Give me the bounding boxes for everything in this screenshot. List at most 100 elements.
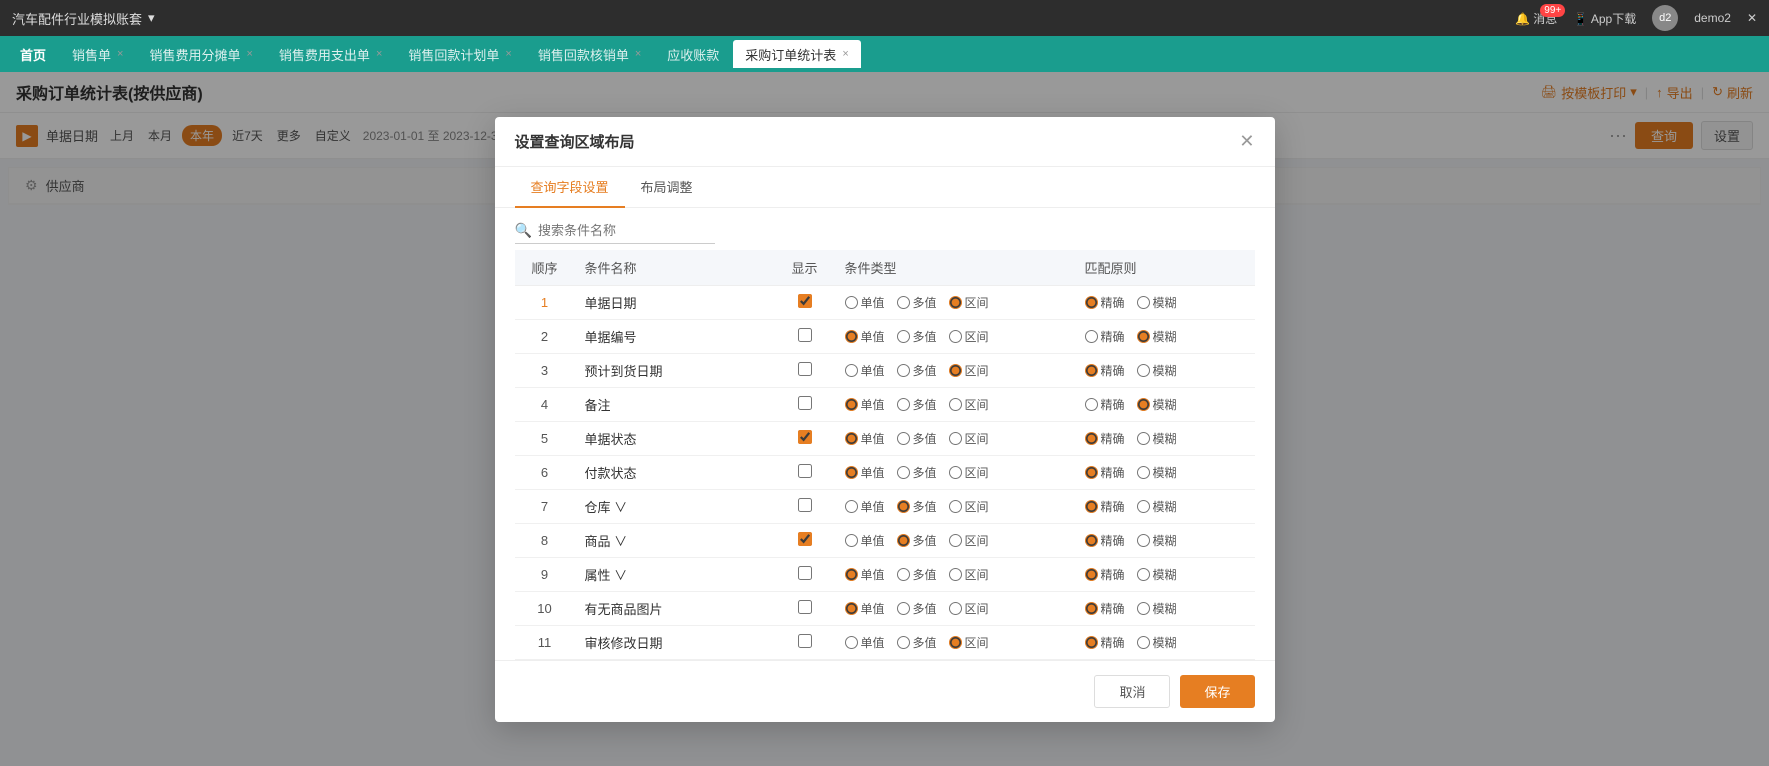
row-display-cell[interactable] [775,625,835,659]
row-type-option-0[interactable]: 单值 [845,634,885,651]
row-display-cell[interactable] [775,455,835,489]
row-type-option-0[interactable]: 单值 [845,566,885,583]
row-type-option-2[interactable]: 区间 [949,600,989,617]
tab-layout-adjust[interactable]: 布局调整 [625,167,709,208]
row-match-option-1[interactable]: 模糊 [1137,566,1177,583]
row-match-option-1[interactable]: 模糊 [1137,396,1177,413]
row-display-cell[interactable] [775,421,835,455]
search-input[interactable] [538,223,698,238]
row-match-option-1[interactable]: 模糊 [1137,498,1177,515]
nav-close-sales[interactable]: × [117,48,123,60]
row-type-option-0[interactable]: 单值 [845,498,885,515]
row-type-option-2[interactable]: 区间 [949,634,989,651]
row-match-option-1[interactable]: 模糊 [1137,600,1177,617]
row-display-checkbox[interactable] [798,328,812,342]
row-match-option-1[interactable]: 模糊 [1137,430,1177,447]
row-type-option-1[interactable]: 多值 [897,600,937,617]
row-type-option-2[interactable]: 区间 [949,294,989,311]
row-display-checkbox[interactable] [798,498,812,512]
row-type-option-0[interactable]: 单值 [845,430,885,447]
tab-query-fields[interactable]: 查询字段设置 [515,167,625,208]
row-match-option-0[interactable]: 精确 [1085,294,1125,311]
row-type-option-1[interactable]: 多值 [897,634,937,651]
row-display-cell[interactable] [775,489,835,523]
row-display-checkbox[interactable] [798,634,812,648]
row-match-option-1[interactable]: 模糊 [1137,328,1177,345]
row-type-option-1[interactable]: 多值 [897,532,937,549]
nav-close-purchase[interactable]: × [842,48,848,60]
nav-tab-sales[interactable]: 销售单 × [60,40,135,68]
nav-tab-verify[interactable]: 销售回款核销单 × [526,40,653,68]
cancel-button[interactable]: 取消 [1094,675,1170,708]
row-type-option-0[interactable]: 单值 [845,328,885,345]
top-close-btn[interactable]: ✕ [1747,11,1757,25]
row-type-option-1[interactable]: 多值 [897,566,937,583]
row-type-option-2[interactable]: 区间 [949,430,989,447]
row-type-option-1[interactable]: 多值 [897,498,937,515]
row-type-option-1[interactable]: 多值 [897,294,937,311]
row-display-cell[interactable] [775,591,835,625]
nav-tab-purchase[interactable]: 采购订单统计表 × [733,40,860,68]
row-match-option-0[interactable]: 精确 [1085,566,1125,583]
row-display-checkbox[interactable] [798,294,812,308]
row-display-checkbox[interactable] [798,430,812,444]
notification-btn[interactable]: 🔔 99+ 消息 [1515,10,1557,27]
row-match-option-1[interactable]: 模糊 [1137,362,1177,379]
row-display-cell[interactable] [775,353,835,387]
row-match-option-0[interactable]: 精确 [1085,532,1125,549]
row-match-option-0[interactable]: 精确 [1085,600,1125,617]
row-type-option-0[interactable]: 单值 [845,600,885,617]
row-match-option-0[interactable]: 精确 [1085,362,1125,379]
nav-close-expense-out[interactable]: × [376,48,382,60]
row-type-option-2[interactable]: 区间 [949,396,989,413]
row-type-option-0[interactable]: 单值 [845,464,885,481]
row-type-option-2[interactable]: 区间 [949,498,989,515]
row-display-checkbox[interactable] [798,600,812,614]
nav-close-verify[interactable]: × [635,48,641,60]
nav-close-expense-split[interactable]: × [246,48,252,60]
row-type-option-0[interactable]: 单值 [845,396,885,413]
row-type-option-1[interactable]: 多值 [897,362,937,379]
row-match-option-0[interactable]: 精确 [1085,464,1125,481]
row-match-option-0[interactable]: 精确 [1085,498,1125,515]
row-display-cell[interactable] [775,285,835,319]
row-match-option-0[interactable]: 精确 [1085,430,1125,447]
row-display-checkbox[interactable] [798,362,812,376]
row-match-option-0[interactable]: 精确 [1085,328,1125,345]
row-type-option-1[interactable]: 多值 [897,328,937,345]
row-type-option-2[interactable]: 区间 [949,328,989,345]
row-display-checkbox[interactable] [798,566,812,580]
row-type-option-1[interactable]: 多值 [897,464,937,481]
row-display-cell[interactable] [775,557,835,591]
app-download-btn[interactable]: 📱 App下载 [1573,10,1636,27]
row-type-option-2[interactable]: 区间 [949,566,989,583]
row-match-option-1[interactable]: 模糊 [1137,634,1177,651]
row-display-cell[interactable] [775,387,835,421]
row-match-option-1[interactable]: 模糊 [1137,294,1177,311]
row-type-option-2[interactable]: 区间 [949,362,989,379]
row-display-checkbox[interactable] [798,532,812,546]
nav-close-plan[interactable]: × [505,48,511,60]
row-type-option-2[interactable]: 区间 [949,464,989,481]
nav-tab-receivable[interactable]: 应收账款 [655,40,731,68]
row-match-option-1[interactable]: 模糊 [1137,464,1177,481]
row-type-option-1[interactable]: 多值 [897,396,937,413]
row-match-option-1[interactable]: 模糊 [1137,532,1177,549]
row-type-option-1[interactable]: 多值 [897,430,937,447]
row-display-cell[interactable] [775,319,835,353]
row-type-option-0[interactable]: 单值 [845,294,885,311]
row-display-checkbox[interactable] [798,464,812,478]
row-match-option-0[interactable]: 精确 [1085,396,1125,413]
nav-tab-expense-split[interactable]: 销售费用分摊单 × [137,40,264,68]
row-display-cell[interactable] [775,523,835,557]
save-button[interactable]: 保存 [1180,675,1254,708]
nav-tab-plan[interactable]: 销售回款计划单 × [396,40,523,68]
user-avatar[interactable]: d2 [1652,5,1678,31]
nav-home[interactable]: 首页 [8,40,58,68]
nav-tab-expense-out[interactable]: 销售费用支出单 × [267,40,394,68]
row-match-option-0[interactable]: 精确 [1085,634,1125,651]
row-type-option-0[interactable]: 单值 [845,362,885,379]
row-type-option-2[interactable]: 区间 [949,532,989,549]
row-display-checkbox[interactable] [798,396,812,410]
row-type-option-0[interactable]: 单值 [845,532,885,549]
